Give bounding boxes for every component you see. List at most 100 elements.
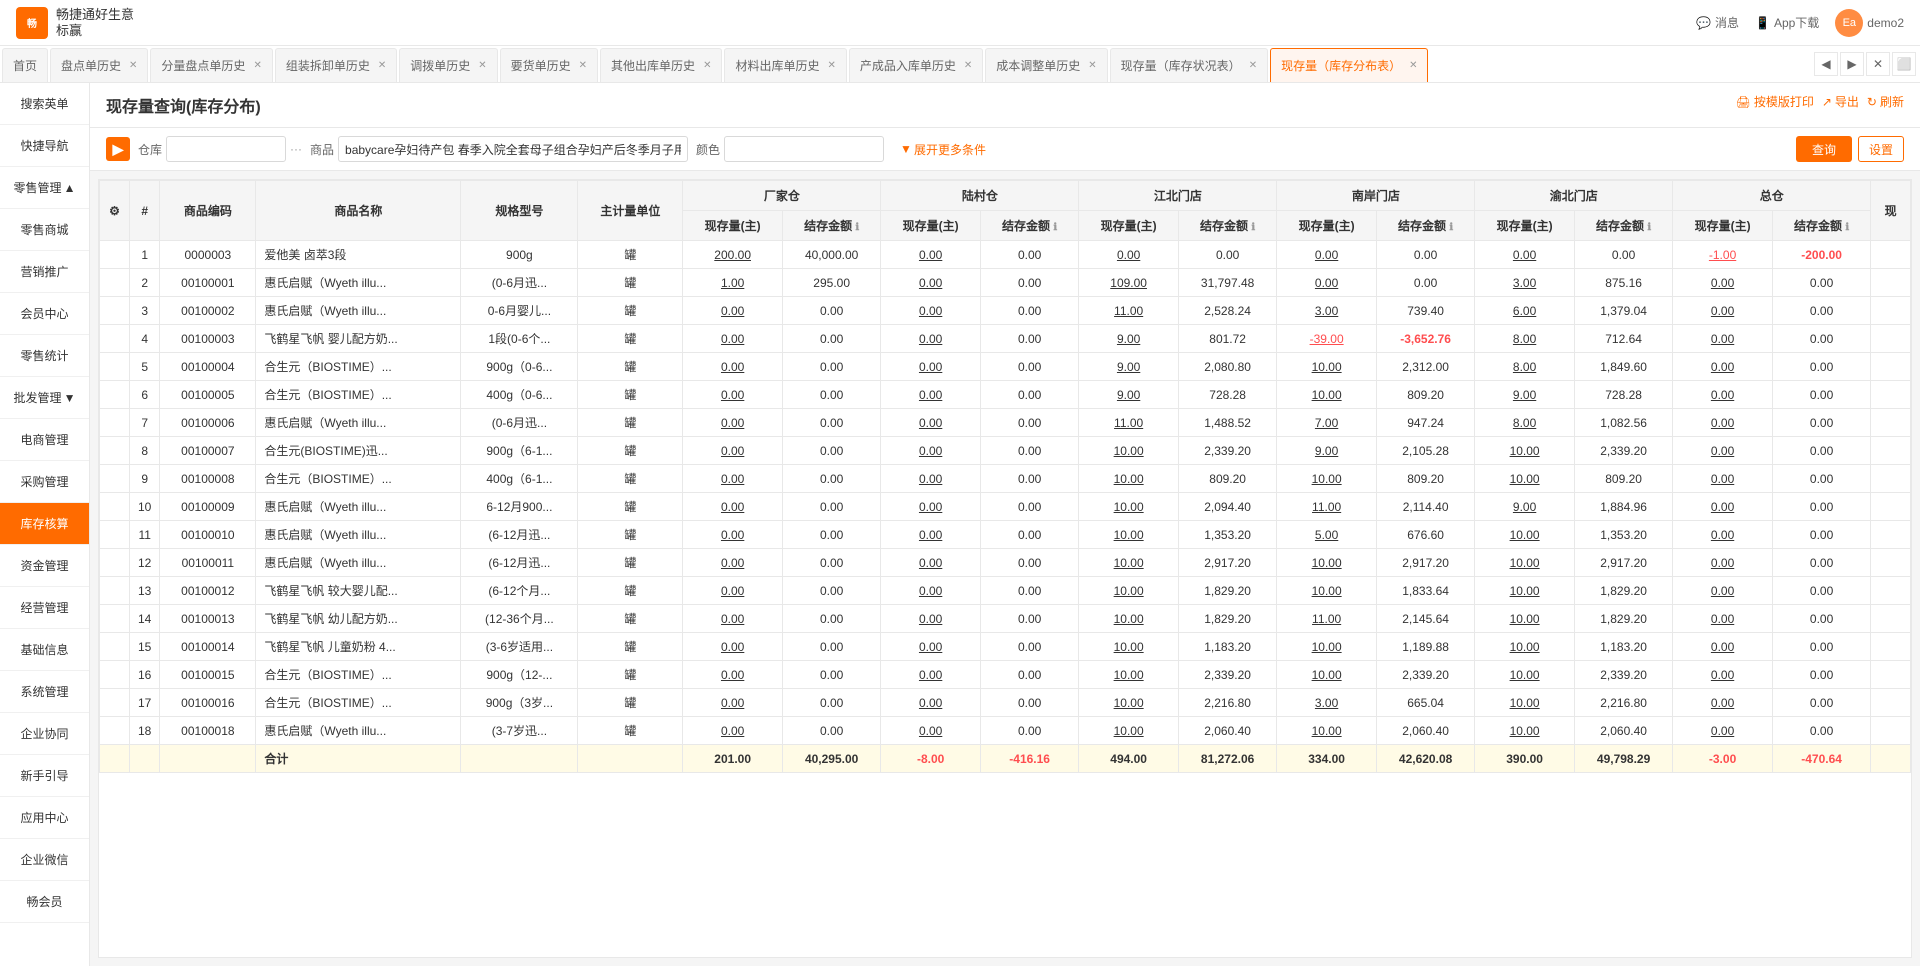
td-nanan-qty[interactable]: 10.00 [1277, 381, 1377, 409]
td-yubei-qty[interactable]: 10.00 [1475, 689, 1575, 717]
td-nanan-qty[interactable]: 0.00 [1277, 269, 1377, 297]
td-nanan-qty[interactable]: 9.00 [1277, 437, 1377, 465]
td-yubei-qty[interactable]: 8.00 [1475, 353, 1575, 381]
sidebar-item-app-center[interactable]: 应用中心 [0, 797, 89, 839]
td-jiangbei-qty[interactable]: 10.00 [1079, 521, 1179, 549]
td-factory-qty[interactable]: 0.00 [683, 409, 783, 437]
td-factory-qty[interactable]: 0.00 [683, 297, 783, 325]
td-jiangbei-qty[interactable]: 10.00 [1079, 549, 1179, 577]
sidebar-item-nav[interactable]: 快捷导航 [0, 125, 89, 167]
td-factory-qty[interactable]: 0.00 [683, 493, 783, 521]
td-lu-qty[interactable]: 0.00 [881, 409, 981, 437]
th-settings[interactable]: ⚙ [100, 181, 130, 241]
tab-split-check[interactable]: 分量盘点单历史 ✕ [150, 48, 272, 82]
tab-prev-btn[interactable]: ◀ [1814, 52, 1838, 76]
tab-cost-adjust[interactable]: 成本调整单历史 ✕ [985, 48, 1107, 82]
td-factory-qty[interactable]: 0.00 [683, 633, 783, 661]
td-nanan-qty[interactable]: 5.00 [1277, 521, 1377, 549]
user-area[interactable]: Ea demo2 [1835, 9, 1904, 37]
td-total-qty[interactable]: 0.00 [1673, 633, 1773, 661]
sidebar-item-basic[interactable]: 基础信息 [0, 629, 89, 671]
td-yubei-qty[interactable]: 10.00 [1475, 577, 1575, 605]
td-factory-qty[interactable]: 0.00 [683, 325, 783, 353]
tab-close-icon[interactable]: ✕ [964, 60, 972, 71]
sidebar-item-inventory[interactable]: 库存核算 [0, 503, 89, 545]
td-lu-qty[interactable]: 0.00 [881, 465, 981, 493]
td-lu-qty[interactable]: 0.00 [881, 241, 981, 269]
export-btn[interactable]: ↗ 导出 [1822, 93, 1859, 110]
td-nanan-qty[interactable]: 10.00 [1277, 577, 1377, 605]
sidebar-item-wholesale[interactable]: 批发管理 ▼ [0, 377, 89, 419]
warehouse-ellipsis[interactable]: ··· [290, 142, 302, 156]
td-jiangbei-qty[interactable]: 10.00 [1079, 493, 1179, 521]
td-yubei-qty[interactable]: 10.00 [1475, 661, 1575, 689]
tab-close-icon[interactable]: ✕ [478, 60, 486, 71]
td-yubei-qty[interactable]: 8.00 [1475, 409, 1575, 437]
td-yubei-qty[interactable]: 10.00 [1475, 465, 1575, 493]
td-lu-qty[interactable]: 0.00 [881, 633, 981, 661]
info-icon[interactable]: ℹ [1647, 222, 1651, 233]
td-factory-qty[interactable]: 0.00 [683, 717, 783, 745]
tab-stock-dist[interactable]: 现存量（库存分布表）✕ [1270, 48, 1428, 82]
td-yubei-qty[interactable]: 0.00 [1475, 241, 1575, 269]
td-jiangbei-qty[interactable]: 10.00 [1079, 633, 1179, 661]
td-total-qty[interactable]: 0.00 [1673, 549, 1773, 577]
td-yubei-qty[interactable]: 10.00 [1475, 549, 1575, 577]
sidebar-item-marketing[interactable]: 营销推广 [0, 251, 89, 293]
td-jiangbei-qty[interactable]: 11.00 [1079, 297, 1179, 325]
td-factory-qty[interactable]: 0.00 [683, 465, 783, 493]
td-jiangbei-qty[interactable]: 9.00 [1079, 353, 1179, 381]
tab-home[interactable]: 首页 [2, 48, 48, 82]
sidebar-item-retail-store[interactable]: 零售商城 [0, 209, 89, 251]
td-lu-qty[interactable]: 0.00 [881, 353, 981, 381]
app-download-btn[interactable]: 📱 App下载 [1755, 14, 1819, 31]
td-factory-qty[interactable]: 0.00 [683, 549, 783, 577]
tab-order[interactable]: 要货单历史 ✕ [500, 48, 598, 82]
td-jiangbei-qty[interactable]: 9.00 [1079, 381, 1179, 409]
td-nanan-qty[interactable]: 10.00 [1277, 661, 1377, 689]
tab-close-icon[interactable]: ✕ [579, 60, 587, 71]
td-nanan-qty[interactable]: 3.00 [1277, 297, 1377, 325]
warehouse-input[interactable] [166, 136, 286, 162]
td-nanan-qty[interactable]: 10.00 [1277, 717, 1377, 745]
td-yubei-qty[interactable]: 9.00 [1475, 381, 1575, 409]
tab-close-icon[interactable]: ✕ [129, 60, 137, 71]
sidebar-item-enterprise[interactable]: 企业协同 [0, 713, 89, 755]
td-yubei-qty[interactable]: 6.00 [1475, 297, 1575, 325]
td-yubei-qty[interactable]: 10.00 [1475, 717, 1575, 745]
td-jiangbei-qty[interactable]: 10.00 [1079, 465, 1179, 493]
td-total-qty[interactable]: 0.00 [1673, 689, 1773, 717]
td-factory-qty[interactable]: 0.00 [683, 605, 783, 633]
td-total-qty[interactable]: 0.00 [1673, 605, 1773, 633]
tab-close-icon[interactable]: ✕ [1409, 60, 1417, 71]
td-total-qty[interactable]: 0.00 [1673, 493, 1773, 521]
td-jiangbei-qty[interactable]: 10.00 [1079, 605, 1179, 633]
td-yubei-qty[interactable]: 10.00 [1475, 605, 1575, 633]
td-factory-qty[interactable]: 0.00 [683, 661, 783, 689]
tab-inventory-check[interactable]: 盘点单历史 ✕ [50, 48, 148, 82]
td-jiangbei-qty[interactable]: 10.00 [1079, 689, 1179, 717]
tab-next-btn[interactable]: ▶ [1840, 52, 1864, 76]
tab-close-icon[interactable]: ✕ [253, 60, 261, 71]
td-nanan-qty[interactable]: 3.00 [1277, 689, 1377, 717]
td-lu-qty[interactable]: 0.00 [881, 269, 981, 297]
sidebar-item-member2[interactable]: 畅会员 [0, 881, 89, 923]
td-yubei-qty[interactable]: 10.00 [1475, 521, 1575, 549]
td-lu-qty[interactable]: 0.00 [881, 605, 981, 633]
td-lu-qty[interactable]: 0.00 [881, 689, 981, 717]
td-yubei-qty[interactable]: 8.00 [1475, 325, 1575, 353]
td-jiangbei-qty[interactable]: 11.00 [1079, 409, 1179, 437]
td-total-qty[interactable]: 0.00 [1673, 661, 1773, 689]
td-yubei-qty[interactable]: 10.00 [1475, 633, 1575, 661]
td-nanan-qty[interactable]: -39.00 [1277, 325, 1377, 353]
td-jiangbei-qty[interactable]: 10.00 [1079, 577, 1179, 605]
td-nanan-qty[interactable]: 10.00 [1277, 633, 1377, 661]
td-total-qty[interactable]: 0.00 [1673, 297, 1773, 325]
td-total-qty[interactable]: 0.00 [1673, 381, 1773, 409]
print-btn[interactable]: 🖨 按模版打印 [1736, 93, 1814, 110]
tab-stock-status[interactable]: 现存量（库存状况表）✕ [1110, 48, 1268, 82]
td-factory-qty[interactable]: 0.00 [683, 381, 783, 409]
td-total-qty[interactable]: 0.00 [1673, 577, 1773, 605]
tab-close-icon[interactable]: ✕ [827, 60, 835, 71]
td-lu-qty[interactable]: 0.00 [881, 661, 981, 689]
